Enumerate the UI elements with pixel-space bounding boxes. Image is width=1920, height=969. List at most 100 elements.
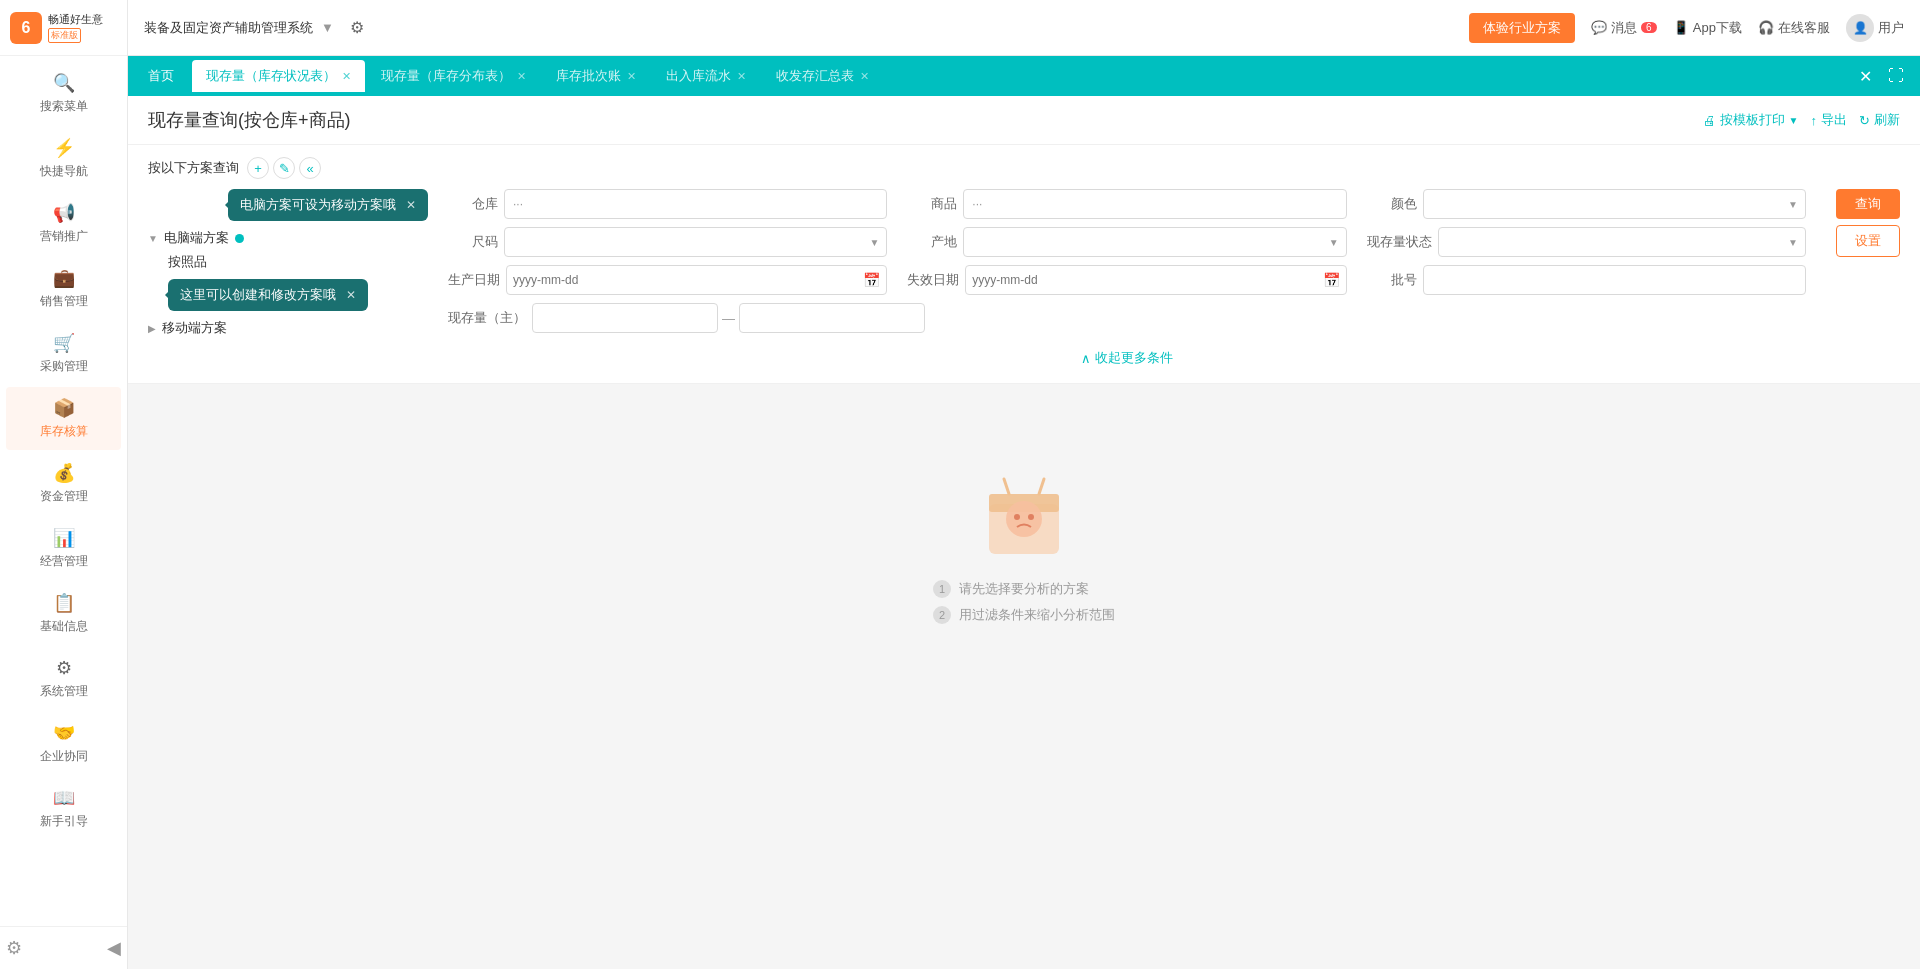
tab-inventory-status[interactable]: 现存量（库存状况表） ✕: [192, 60, 365, 92]
search-buttons: 查询 设置: [1836, 189, 1900, 257]
logo-area: 6 畅通好生意 标准版: [0, 0, 127, 56]
sidebar-item-basics[interactable]: 📋 基础信息: [6, 582, 121, 645]
sidebar-item-enterprise[interactable]: 🤝 企业协同: [6, 712, 121, 775]
guide-icon: 📖: [53, 787, 75, 809]
system-selector[interactable]: 装备及固定资产辅助管理系统 ▼: [144, 19, 334, 37]
tabbar-actions: ✕ ⛶: [1855, 63, 1916, 90]
mobile-scheme-label[interactable]: 移动端方案: [162, 319, 227, 337]
user-menu[interactable]: 👤 用户: [1846, 14, 1904, 42]
stock-main-range: —: [532, 303, 925, 333]
app-download-btn[interactable]: 📱 App下载: [1673, 19, 1742, 37]
tooltip1-close[interactable]: ✕: [406, 198, 416, 212]
messages-btn[interactable]: 💬 消息 6: [1591, 19, 1657, 37]
sidebar-item-search[interactable]: 🔍 搜索菜单: [6, 62, 121, 125]
maximize-btn[interactable]: ⛶: [1884, 63, 1908, 90]
edit-scheme-btn[interactable]: ✎: [273, 157, 295, 179]
tooltip2-close[interactable]: ✕: [346, 288, 356, 302]
hint-num-1: 1: [933, 580, 951, 598]
sidebar-item-guide[interactable]: 📖 新手引导: [6, 777, 121, 840]
collapse-more-btn[interactable]: ∧ 收起更多条件: [448, 341, 1806, 371]
expiry-date-calendar-icon[interactable]: 📅: [1323, 272, 1340, 288]
size-select-wrap: ▼: [504, 227, 887, 257]
print-template-btn[interactable]: 🖨 按模板打印 ▼: [1703, 111, 1799, 129]
goods-input[interactable]: ···: [963, 189, 1346, 219]
stock-status-select[interactable]: [1438, 227, 1806, 257]
svg-point-2: [1006, 501, 1042, 537]
color-select[interactable]: [1423, 189, 1806, 219]
sidebar-item-operations[interactable]: 📊 经营管理: [6, 517, 121, 580]
add-scheme-btn[interactable]: +: [247, 157, 269, 179]
online-support-btn[interactable]: 🎧 在线客服: [1758, 19, 1830, 37]
enterprise-icon: 🤝: [53, 722, 75, 744]
back-scheme-btn[interactable]: «: [299, 157, 321, 179]
close-all-tabs-btn[interactable]: ✕: [1855, 63, 1876, 90]
page-header: 现存量查询(按仓库+商品) 🖨 按模板打印 ▼ ↑ 导出 ↻ 刷新: [128, 96, 1920, 145]
logo-text: 畅通好生意 标准版: [48, 12, 103, 43]
desktop-scheme-label[interactable]: 电脑端方案: [164, 229, 229, 247]
empty-illustration: [969, 464, 1079, 564]
system-dropdown-icon: ▼: [321, 20, 334, 35]
empty-state: 1 请先选择要分析的方案 2 用过滤条件来缩小分析范围: [128, 384, 1920, 704]
tab-close-4[interactable]: ✕: [860, 70, 869, 83]
sidebar-item-quick[interactable]: ⚡ 快捷导航: [6, 127, 121, 190]
scheme-panel: 电脑方案可设为移动方案哦 ✕ ▼ 电脑端方案 按照品: [148, 189, 428, 337]
tab-inout-flow[interactable]: 出入库流水 ✕: [652, 60, 760, 92]
logo-icon: 6: [10, 12, 42, 44]
settings-bottom-icon[interactable]: ⚙: [6, 937, 22, 959]
empty-hint-2: 2 用过滤条件来缩小分析范围: [933, 606, 1115, 624]
tooltip2-row: 这里可以创建和修改方案哦 ✕: [168, 279, 428, 311]
export-icon: ↑: [1811, 113, 1818, 128]
production-date-input[interactable]: 📅: [506, 265, 887, 295]
support-icon: 🎧: [1758, 20, 1774, 35]
sidebar-item-finance[interactable]: 💰 资金管理: [6, 452, 121, 515]
sidebar-item-purchase[interactable]: 🛒 采购管理: [6, 322, 121, 385]
search-icon: 🔍: [53, 72, 75, 94]
sidebar-item-marketing[interactable]: 📢 营销推广: [6, 192, 121, 255]
filter-title: 按以下方案查询: [148, 159, 239, 177]
collapse-sidebar-icon[interactable]: ◀: [107, 937, 121, 959]
tab-batch-ledger[interactable]: 库存批次账 ✕: [542, 60, 650, 92]
tab-summary[interactable]: 收发存汇总表 ✕: [762, 60, 883, 92]
topbar-gear-btn[interactable]: ⚙: [350, 18, 364, 37]
sidebar-item-sales[interactable]: 💼 销售管理: [6, 257, 121, 320]
filter-row-1: 仓库 ··· 商品 ··· 颜色: [448, 189, 1806, 219]
production-date-calendar-icon[interactable]: 📅: [863, 272, 880, 288]
production-date-label: 生产日期: [448, 271, 500, 289]
origin-select[interactable]: [963, 227, 1346, 257]
tab-home[interactable]: 首页: [132, 67, 190, 85]
page-title: 现存量查询(按仓库+商品): [148, 108, 351, 132]
desktop-collapse-arrow[interactable]: ▼: [148, 233, 158, 244]
search-btn[interactable]: 查询: [1836, 189, 1900, 219]
refresh-btn[interactable]: ↻ 刷新: [1859, 111, 1900, 129]
tab-close-1[interactable]: ✕: [517, 70, 526, 83]
quick-icon: ⚡: [53, 137, 75, 159]
origin-select-wrap: ▼: [963, 227, 1346, 257]
expiry-date-input[interactable]: 📅: [965, 265, 1346, 295]
scheme-item-by-product[interactable]: 按照品: [168, 253, 428, 271]
tab-inventory-distribution[interactable]: 现存量（库存分布表） ✕: [367, 60, 540, 92]
svg-line-5: [1004, 479, 1009, 494]
batch-no-input[interactable]: [1423, 265, 1806, 295]
sidebar-item-system[interactable]: ⚙ 系统管理: [6, 647, 121, 710]
warehouse-input[interactable]: ···: [504, 189, 887, 219]
experience-button[interactable]: 体验行业方案: [1469, 13, 1575, 43]
tab-close-2[interactable]: ✕: [627, 70, 636, 83]
tab-close-3[interactable]: ✕: [737, 70, 746, 83]
warehouse-label: 仓库: [448, 195, 498, 213]
export-btn[interactable]: ↑ 导出: [1811, 111, 1848, 129]
stock-main-min[interactable]: [532, 303, 718, 333]
sidebar-item-inventory[interactable]: 📦 库存核算: [6, 387, 121, 450]
batch-no-label: 批号: [1367, 271, 1417, 289]
stock-main-max[interactable]: [739, 303, 925, 333]
reset-btn[interactable]: 设置: [1836, 225, 1900, 257]
svg-point-4: [1028, 514, 1034, 520]
expiry-date-text[interactable]: [972, 273, 1318, 287]
origin-label: 产地: [907, 233, 957, 251]
dot-indicator-teal: [235, 234, 244, 243]
goods-field: 商品 ···: [907, 189, 1346, 219]
mobile-collapse-arrow[interactable]: ▶: [148, 323, 156, 334]
refresh-icon: ↻: [1859, 113, 1870, 128]
size-select[interactable]: [504, 227, 887, 257]
production-date-text[interactable]: [513, 273, 859, 287]
tab-close-0[interactable]: ✕: [342, 70, 351, 83]
